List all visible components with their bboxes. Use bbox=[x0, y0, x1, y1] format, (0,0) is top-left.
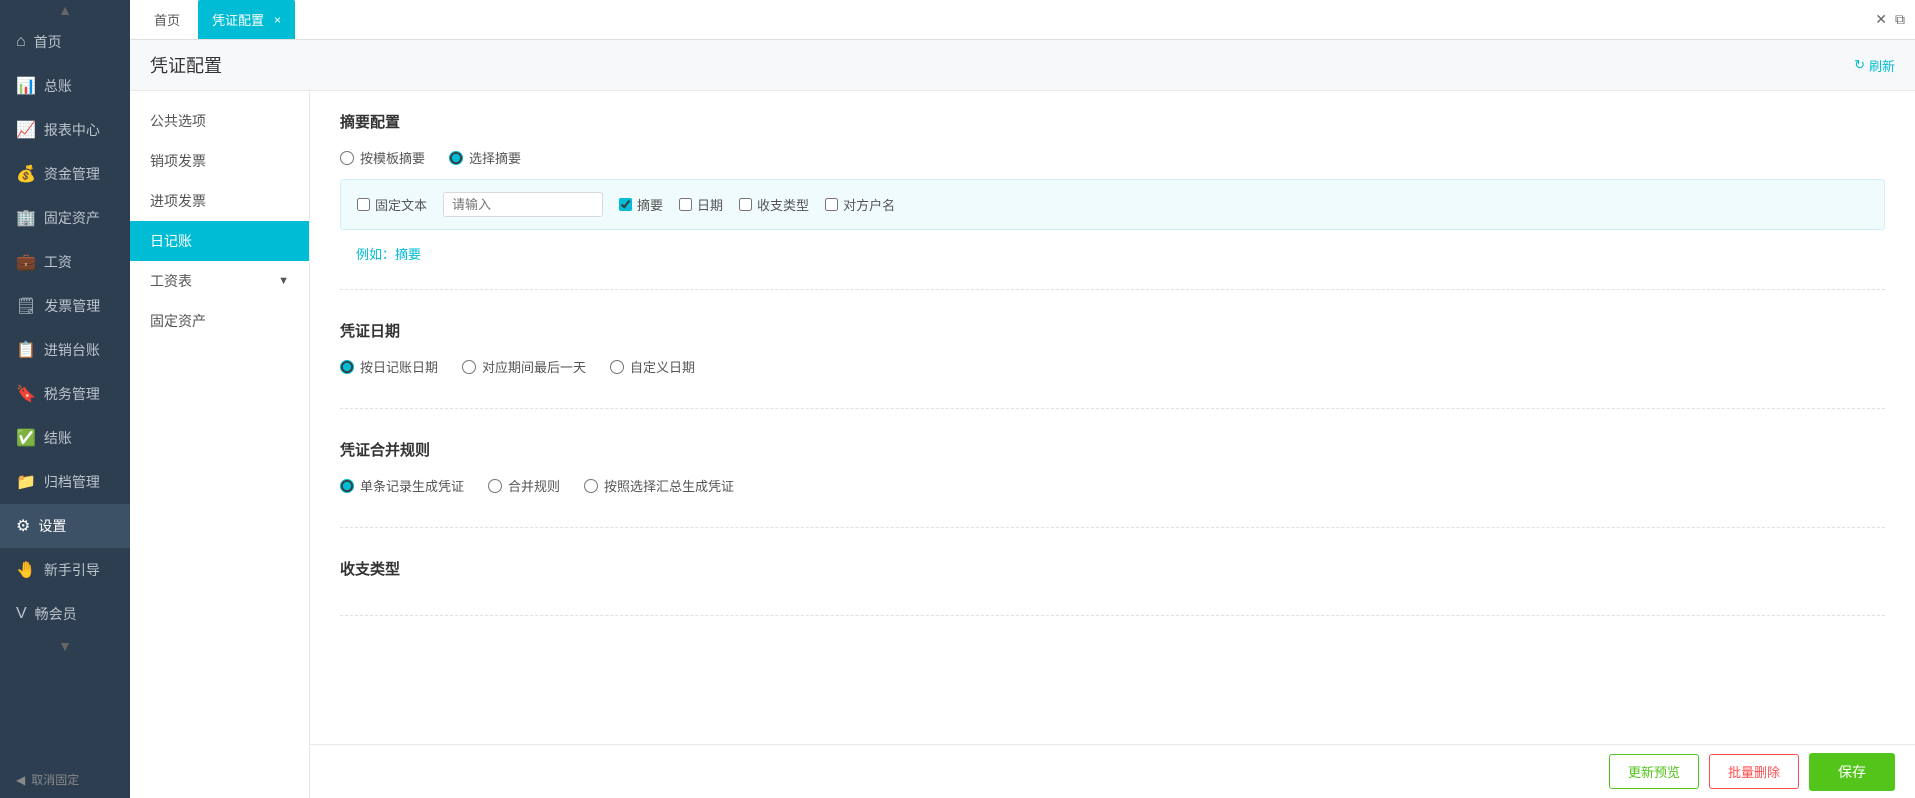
sidebar-item-fund[interactable]: 💰 资金管理 bbox=[0, 152, 130, 196]
merge-section: 凭证合并规则 单条记录生成凭证 合并规则 按照选择汇总生成凭证 bbox=[340, 439, 1885, 528]
income-type-section-title: 收支类型 bbox=[340, 558, 1885, 579]
sidebar-item-settings[interactable]: ⚙ 设置 bbox=[0, 504, 130, 548]
summary-radio-select[interactable]: 选择摘要 bbox=[449, 148, 521, 167]
tab-bar-controls: ✕ ⧉ bbox=[1875, 11, 1905, 28]
sidebar-item-guide[interactable]: 🤚 新手引导 bbox=[0, 548, 130, 592]
content-area: 公共选项 销项发票 进项发票 日记账 工资表 ▼ 固定资产 bbox=[130, 91, 1915, 798]
ledger-icon: 📊 bbox=[16, 76, 36, 96]
update-preview-button[interactable]: 更新预览 bbox=[1609, 754, 1699, 789]
left-nav-diary[interactable]: 日记账 bbox=[130, 221, 309, 261]
tab-home[interactable]: 首页 bbox=[140, 0, 194, 39]
left-nav-public[interactable]: 公共选项 bbox=[130, 101, 309, 141]
invoice-icon: 🗒 bbox=[16, 296, 36, 316]
sidebar-item-settle[interactable]: ✅ 结账 bbox=[0, 416, 130, 460]
sidebar-item-salary[interactable]: 💼 工资 bbox=[0, 240, 130, 284]
left-nav-sales[interactable]: 销项发票 bbox=[130, 141, 309, 181]
sidebar-item-invoice[interactable]: 🗒 发票管理 bbox=[0, 284, 130, 328]
date-radio-custom[interactable]: 自定义日期 bbox=[610, 357, 695, 376]
checkbox-fixed-text[interactable]: 固定文本 bbox=[357, 195, 427, 214]
left-nav-purchase-inv[interactable]: 进项发票 bbox=[130, 181, 309, 221]
page-title: 凭证配置 bbox=[150, 52, 222, 78]
right-content: 摘要配置 按模板摘要 选择摘要 bbox=[310, 91, 1915, 744]
date-section-title: 凭证日期 bbox=[340, 320, 1885, 341]
refresh-button[interactable]: ↻ 刷新 bbox=[1854, 56, 1895, 75]
checkbox-summary[interactable]: 摘要 bbox=[619, 195, 663, 214]
date-radio-period-last[interactable]: 对应期间最后一天 bbox=[462, 357, 586, 376]
date-radio-group: 按日记账日期 对应期间最后一天 自定义日期 bbox=[340, 357, 1885, 376]
summary-example-text: 例如：摘要 bbox=[340, 238, 1885, 269]
save-button[interactable]: 保存 bbox=[1809, 753, 1895, 791]
income-type-section: 收支类型 bbox=[340, 558, 1885, 616]
tax-icon: 🔖 bbox=[16, 384, 36, 404]
sidebar-item-member[interactable]: V 畅会员 bbox=[0, 592, 130, 636]
sidebar-item-archive[interactable]: 📁 归档管理 bbox=[0, 460, 130, 504]
summary-radio-template[interactable]: 按模板摘要 bbox=[340, 148, 425, 167]
settings-icon: ⚙ bbox=[16, 516, 30, 536]
purchase-icon: 📋 bbox=[16, 340, 36, 360]
summary-checkbox-row: 固定文本 摘要 日期 收支类型 bbox=[340, 179, 1885, 230]
close-window-icon[interactable]: ✕ bbox=[1875, 11, 1887, 28]
summary-section-title: 摘要配置 bbox=[340, 111, 1885, 132]
pin-icon: ◀ bbox=[16, 773, 25, 787]
merge-radio-rule[interactable]: 合并规则 bbox=[488, 476, 560, 495]
tab-close-button[interactable]: × bbox=[274, 13, 281, 27]
left-nav: 公共选项 销项发票 进项发票 日记账 工资表 ▼ 固定资产 bbox=[130, 91, 310, 798]
summary-section: 摘要配置 按模板摘要 选择摘要 bbox=[340, 111, 1885, 290]
settle-icon: ✅ bbox=[16, 428, 36, 448]
fund-icon: 💰 bbox=[16, 164, 36, 184]
restore-window-icon[interactable]: ⧉ bbox=[1895, 11, 1905, 28]
member-icon: V bbox=[16, 605, 27, 623]
sidebar-item-ledger[interactable]: 📊 总账 bbox=[0, 64, 130, 108]
merge-radio-single[interactable]: 单条记录生成凭证 bbox=[340, 476, 464, 495]
page-header: 凭证配置 ↻ 刷新 bbox=[130, 40, 1915, 91]
sidebar-item-purchase[interactable]: 📋 进销台账 bbox=[0, 328, 130, 372]
summary-radio-group: 按模板摘要 选择摘要 bbox=[340, 148, 1885, 167]
left-nav-fixed-assets[interactable]: 固定资产 bbox=[130, 301, 309, 341]
merge-section-title: 凭证合并规则 bbox=[340, 439, 1885, 460]
home-icon: ⌂ bbox=[16, 33, 26, 51]
fixed-text-input[interactable] bbox=[443, 192, 603, 217]
checkbox-date[interactable]: 日期 bbox=[679, 195, 723, 214]
tab-bar: 首页 凭证配置 × ✕ ⧉ bbox=[130, 0, 1915, 40]
bottom-bar: 更新预览 批量删除 保存 bbox=[310, 744, 1915, 798]
date-section: 凭证日期 按日记账日期 对应期间最后一天 自定义日期 bbox=[340, 320, 1885, 409]
left-nav-payroll[interactable]: 工资表 ▼ bbox=[130, 261, 309, 301]
batch-delete-button[interactable]: 批量删除 bbox=[1709, 754, 1799, 789]
main-area: 首页 凭证配置 × ✕ ⧉ 凭证配置 ↻ 刷新 公共选项 销项发票 进 bbox=[130, 0, 1915, 798]
sidebar-item-assets[interactable]: 🏢 固定资产 bbox=[0, 196, 130, 240]
merge-radio-group: 单条记录生成凭证 合并规则 按照选择汇总生成凭证 bbox=[340, 476, 1885, 495]
sidebar: ▲ ⌂ 首页 📊 总账 📈 报表中心 💰 资金管理 🏢 固定资产 💼 工资 🗒 … bbox=[0, 0, 130, 798]
merge-radio-select-summary[interactable]: 按照选择汇总生成凭证 bbox=[584, 476, 734, 495]
checkbox-income-type[interactable]: 收支类型 bbox=[739, 195, 809, 214]
date-radio-diary[interactable]: 按日记账日期 bbox=[340, 357, 438, 376]
archive-icon: 📁 bbox=[16, 472, 36, 492]
salary-icon: 💼 bbox=[16, 252, 36, 272]
checkbox-counterpart[interactable]: 对方户名 bbox=[825, 195, 895, 214]
guide-icon: 🤚 bbox=[16, 560, 36, 580]
sidebar-scroll-down[interactable]: ▼ bbox=[0, 636, 130, 656]
sidebar-item-home[interactable]: ⌂ 首页 bbox=[0, 20, 130, 64]
sidebar-item-report[interactable]: 📈 报表中心 bbox=[0, 108, 130, 152]
sidebar-scroll-up[interactable]: ▲ bbox=[0, 0, 130, 20]
report-icon: 📈 bbox=[16, 120, 36, 140]
sidebar-unpin-button[interactable]: ◀ 取消固定 bbox=[0, 761, 130, 798]
assets-icon: 🏢 bbox=[16, 208, 36, 228]
refresh-icon: ↻ bbox=[1854, 57, 1865, 73]
sidebar-item-tax[interactable]: 🔖 税务管理 bbox=[0, 372, 130, 416]
tab-voucher-config[interactable]: 凭证配置 × bbox=[198, 0, 295, 39]
chevron-down-icon: ▼ bbox=[278, 275, 289, 287]
